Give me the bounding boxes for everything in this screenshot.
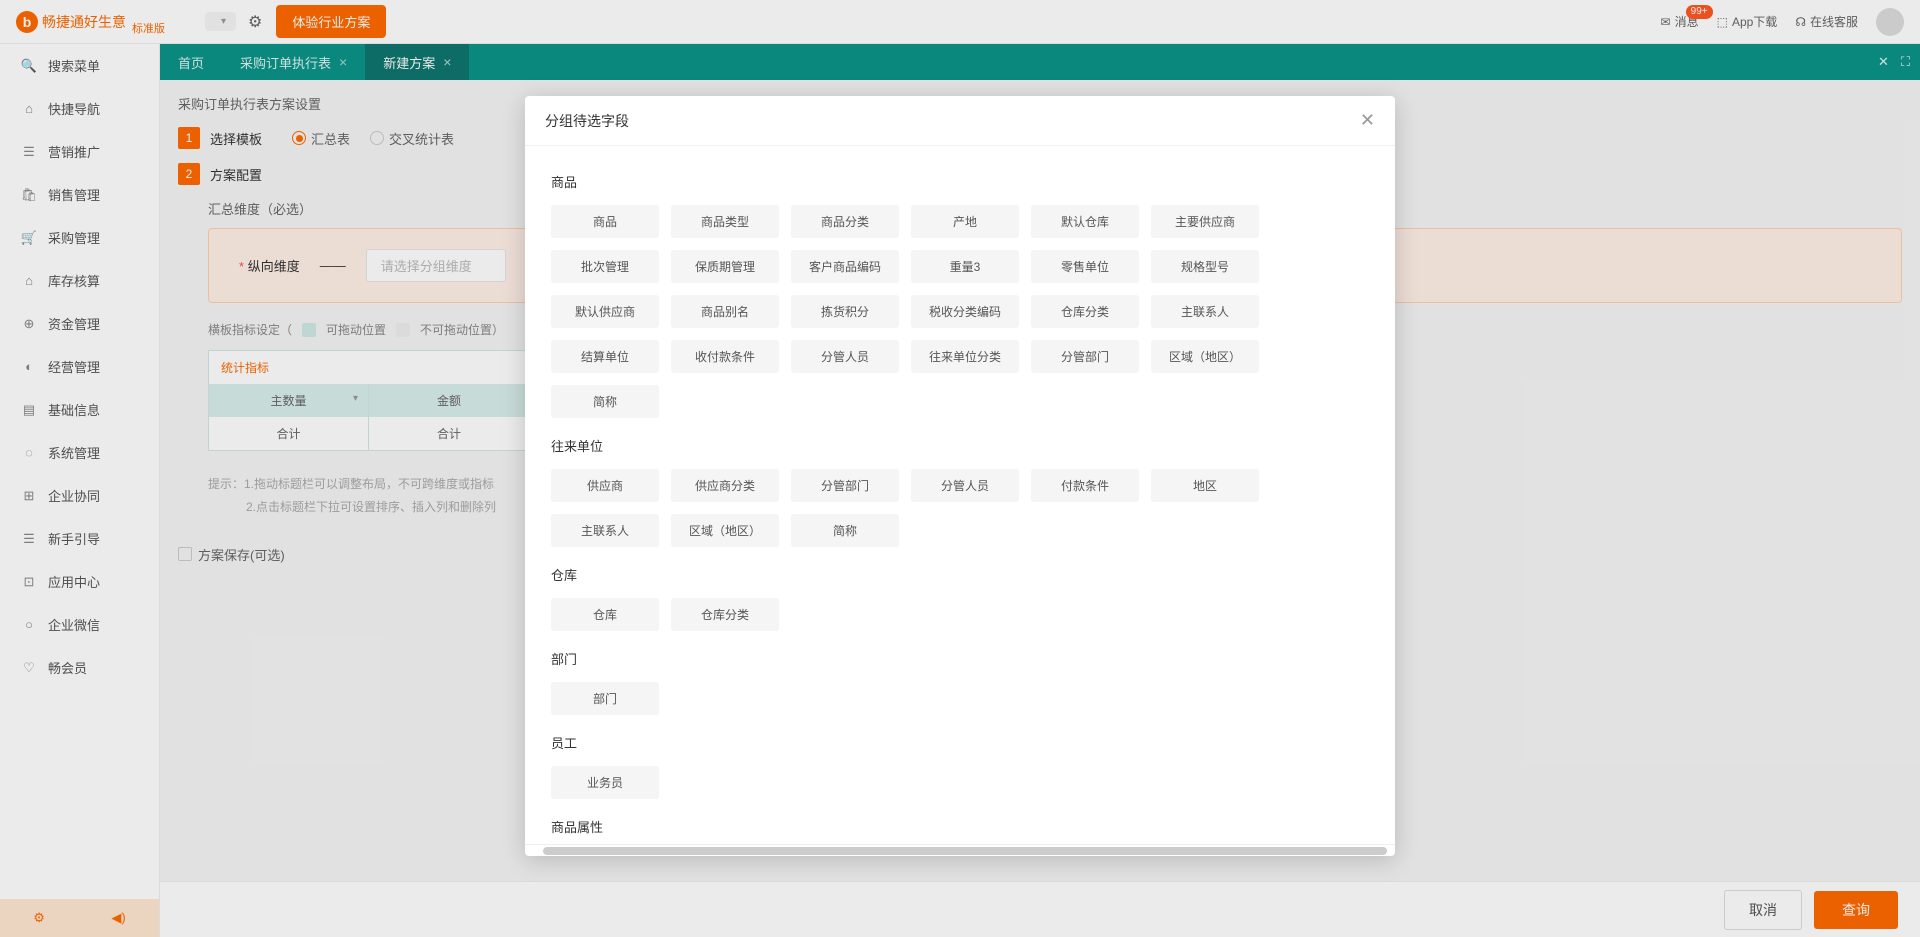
field-tag[interactable]: 主要供应商 <box>1151 205 1259 238</box>
field-tag[interactable]: 商品类型 <box>671 205 779 238</box>
field-tag[interactable]: 简称 <box>791 514 899 547</box>
field-tag[interactable]: 仓库分类 <box>671 598 779 631</box>
field-selector-modal: 分组待选字段 ✕ 商品商品商品类型商品分类产地默认仓库主要供应商批次管理保质期管… <box>525 96 1395 856</box>
field-tag[interactable]: 地区 <box>1151 469 1259 502</box>
field-tag[interactable]: 区域（地区） <box>671 514 779 547</box>
tag-row: 部门 <box>551 682 1369 715</box>
close-icon[interactable]: ✕ <box>1360 110 1375 131</box>
field-tag[interactable]: 主联系人 <box>551 514 659 547</box>
field-tag[interactable]: 商品 <box>551 205 659 238</box>
group-title: 往来单位 <box>551 436 1369 455</box>
field-tag[interactable]: 部门 <box>551 682 659 715</box>
field-tag[interactable]: 仓库 <box>551 598 659 631</box>
field-tag[interactable]: 供应商分类 <box>671 469 779 502</box>
field-tag[interactable]: 业务员 <box>551 766 659 799</box>
field-tag[interactable]: 重量3 <box>911 250 1019 283</box>
group-title: 商品 <box>551 172 1369 191</box>
horizontal-scrollbar[interactable] <box>525 844 1395 856</box>
field-tag[interactable]: 保质期管理 <box>671 250 779 283</box>
field-tag[interactable]: 拣货积分 <box>791 295 899 328</box>
field-tag[interactable]: 往来单位分类 <box>911 340 1019 373</box>
field-tag[interactable]: 批次管理 <box>551 250 659 283</box>
group-title: 员工 <box>551 733 1369 752</box>
field-tag[interactable]: 分管部门 <box>1031 340 1139 373</box>
field-tag[interactable]: 商品分类 <box>791 205 899 238</box>
modal-header: 分组待选字段 ✕ <box>525 96 1395 146</box>
field-tag[interactable]: 收付款条件 <box>671 340 779 373</box>
field-tag[interactable]: 默认供应商 <box>551 295 659 328</box>
field-tag[interactable]: 分管人员 <box>791 340 899 373</box>
group-title: 商品属性 <box>551 817 1369 836</box>
tag-row: 仓库仓库分类 <box>551 598 1369 631</box>
group-title: 仓库 <box>551 565 1369 584</box>
field-tag[interactable]: 客户商品编码 <box>791 250 899 283</box>
modal-overlay: 分组待选字段 ✕ 商品商品商品类型商品分类产地默认仓库主要供应商批次管理保质期管… <box>0 0 1920 937</box>
tag-row: 业务员 <box>551 766 1369 799</box>
field-tag[interactable]: 分管部门 <box>791 469 899 502</box>
field-tag[interactable]: 零售单位 <box>1031 250 1139 283</box>
group-title: 部门 <box>551 649 1369 668</box>
tag-row: 供应商供应商分类分管部门分管人员付款条件地区主联系人区域（地区） 简称 <box>551 469 1369 547</box>
field-tag[interactable]: 结算单位 <box>551 340 659 373</box>
field-tag[interactable]: 默认仓库 <box>1031 205 1139 238</box>
modal-body: 商品商品商品类型商品分类产地默认仓库主要供应商批次管理保质期管理客户商品编码重量… <box>525 146 1395 844</box>
field-tag[interactable]: 简称 <box>551 385 659 418</box>
field-tag[interactable]: 供应商 <box>551 469 659 502</box>
field-tag[interactable]: 主联系人 <box>1151 295 1259 328</box>
field-tag[interactable]: 税收分类编码 <box>911 295 1019 328</box>
field-tag[interactable]: 区域（地区） <box>1151 340 1259 373</box>
field-tag[interactable]: 商品别名 <box>671 295 779 328</box>
field-tag[interactable]: 付款条件 <box>1031 469 1139 502</box>
field-tag[interactable]: 规格型号 <box>1151 250 1259 283</box>
tag-row: 商品商品类型商品分类产地默认仓库主要供应商批次管理保质期管理客户商品编码重量3 零… <box>551 205 1369 418</box>
field-tag[interactable]: 仓库分类 <box>1031 295 1139 328</box>
modal-title: 分组待选字段 <box>545 111 629 131</box>
field-tag[interactable]: 产地 <box>911 205 1019 238</box>
field-tag[interactable]: 分管人员 <box>911 469 1019 502</box>
